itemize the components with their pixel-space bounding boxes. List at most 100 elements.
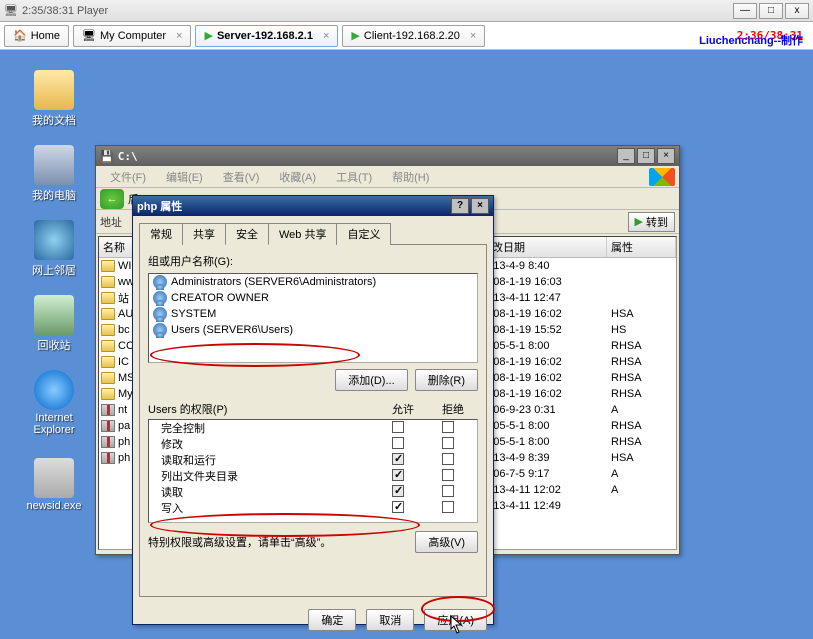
file-date: 2006-9-23 0:31 (477, 404, 607, 416)
file-row[interactable]: 2008-1-19 16:02RHSA (477, 354, 676, 370)
deny-checkbox[interactable] (442, 469, 454, 481)
ok-button[interactable]: 确定 (308, 609, 356, 631)
explorer-menubar: 文件(F) 编辑(E) 查看(V) 收藏(A) 工具(T) 帮助(H) (96, 166, 679, 188)
close-icon[interactable]: × (176, 30, 182, 42)
tab-sharing[interactable]: 共享 (182, 223, 226, 245)
allow-checkbox[interactable] (392, 437, 404, 449)
tabbar: 🏠 Home 🖥 My Computer × ▶ Server-192.168.… (0, 22, 813, 50)
deny-checkbox[interactable] (442, 453, 454, 465)
file-attr: RHSA (607, 356, 642, 368)
go-icon: ▶ (635, 215, 643, 228)
close-icon[interactable]: × (323, 30, 329, 42)
tab-mycomputer[interactable]: 🖥 My Computer × (73, 25, 191, 47)
tab-general[interactable]: 常规 (139, 223, 183, 245)
icon-network[interactable]: 网上邻居 (18, 220, 90, 278)
maximize-button[interactable]: □ (759, 3, 783, 19)
property-tabs: 常规 共享 安全 Web 共享 自定义 (139, 222, 487, 245)
explorer-titlebar[interactable]: 💾 C:\ _ □ × (96, 146, 679, 166)
close-button[interactable]: × (471, 198, 489, 214)
dialog-titlebar[interactable]: php 属性 ? × (133, 196, 493, 216)
maximize-button[interactable]: □ (637, 148, 655, 164)
remove-button[interactable]: 删除(R) (415, 369, 478, 391)
file-row[interactable]: 2006-9-23 0:31A (477, 402, 676, 418)
tab-security[interactable]: 安全 (225, 223, 269, 245)
computer-icon (34, 145, 74, 185)
network-icon (34, 220, 74, 260)
icon-ie[interactable]: Internet Explorer (18, 370, 90, 436)
icon-mycomputer[interactable]: 我的电脑 (18, 145, 90, 203)
file-row[interactable]: 2013-4-9 8:40 (477, 258, 676, 274)
add-button[interactable]: 添加(D)... (335, 369, 407, 391)
user-item[interactable]: SYSTEM (149, 306, 477, 322)
column-header-date[interactable]: 修改日期 (477, 237, 607, 257)
tab-customize[interactable]: 自定义 (336, 223, 391, 245)
menu-file[interactable]: 文件(F) (102, 167, 154, 187)
menu-help[interactable]: 帮助(H) (384, 167, 437, 187)
file-row[interactable]: 2008-1-19 16:03 (477, 274, 676, 290)
help-button[interactable]: ? (451, 198, 469, 214)
file-attr: RHSA (607, 340, 642, 352)
file-row[interactable]: 2008-1-19 16:02RHSA (477, 370, 676, 386)
file-row[interactable]: 2008-1-19 16:02RHSA (477, 386, 676, 402)
user-item[interactable]: Administrators (SERVER6\Administrators) (149, 274, 477, 290)
file-row[interactable]: 2008-1-19 16:02HSA (477, 306, 676, 322)
file-row[interactable]: 2013-4-9 8:39HSA (477, 450, 676, 466)
icon-documents[interactable]: 我的文档 (18, 70, 90, 128)
menu-favorites[interactable]: 收藏(A) (271, 167, 324, 187)
icon-newsid[interactable]: newsid.exe (18, 458, 90, 512)
user-item[interactable]: Users (SERVER6\Users) (149, 322, 477, 338)
folder-icon (101, 260, 115, 272)
file-row[interactable]: 2005-5-1 8:00RHSA (477, 434, 676, 450)
go-label: 转到 (646, 214, 668, 230)
menu-view[interactable]: 查看(V) (215, 167, 268, 187)
advanced-button[interactable]: 高级(V) (415, 531, 478, 553)
dialog-body: 组或用户名称(G): Administrators (SERVER6\Admin… (139, 245, 487, 597)
close-button[interactable]: × (657, 148, 675, 164)
icon-label: Internet Explorer (18, 412, 90, 436)
file-name: WI (118, 260, 131, 272)
allow-checkbox[interactable] (392, 421, 404, 433)
allow-checkbox[interactable] (392, 453, 404, 465)
deny-checkbox[interactable] (442, 501, 454, 513)
column-header-attr[interactable]: 属性 (607, 237, 676, 257)
file-date: 2013-4-11 12:47 (477, 292, 607, 304)
file-date: 2013-4-9 8:40 (477, 260, 607, 272)
tab-server[interactable]: ▶ Server-192.168.2.1 × (195, 25, 338, 47)
close-button[interactable]: x (785, 3, 809, 19)
file-date: 2005-5-1 8:00 (477, 436, 607, 448)
cancel-button[interactable]: 取消 (366, 609, 414, 631)
file-date: 2013-4-9 8:39 (477, 452, 607, 464)
minimize-button[interactable]: — (733, 3, 757, 19)
allow-checkbox[interactable] (392, 485, 404, 497)
menu-tools[interactable]: 工具(T) (328, 167, 380, 187)
permission-label: 读取和运行 (161, 452, 373, 468)
icon-recyclebin[interactable]: 回收站 (18, 295, 90, 353)
file-row[interactable]: 2013-4-11 12:02A (477, 482, 676, 498)
go-button[interactable]: ▶ 转到 (628, 212, 675, 232)
minimize-button[interactable]: _ (617, 148, 635, 164)
deny-checkbox[interactable] (442, 437, 454, 449)
file-row[interactable]: 2013-4-11 12:47 (477, 290, 676, 306)
tab-client[interactable]: ▶ Client-192.168.2.20 × (342, 25, 485, 47)
allow-checkbox[interactable] (392, 469, 404, 481)
explorer-title: C:\ (118, 150, 615, 163)
file-row[interactable]: 2005-5-1 8:00RHSA (477, 338, 676, 354)
tab-label: Client-192.168.2.20 (364, 30, 460, 42)
file-row[interactable]: 2013-4-11 12:49 (477, 498, 676, 514)
tab-websharing[interactable]: Web 共享 (268, 223, 337, 245)
file-row[interactable]: 2008-1-19 15:52HS (477, 322, 676, 338)
tab-home[interactable]: 🏠 Home (4, 25, 69, 47)
user-item[interactable]: CREATOR OWNER (149, 290, 477, 306)
file-row[interactable]: 2006-7-5 9:17A (477, 466, 676, 482)
user-list[interactable]: Administrators (SERVER6\Administrators) … (148, 273, 478, 363)
allow-checkbox[interactable] (392, 501, 404, 513)
archive-icon (101, 420, 115, 432)
user-name: SYSTEM (171, 308, 216, 320)
close-icon[interactable]: × (470, 30, 476, 42)
file-row[interactable]: 2005-5-1 8:00RHSA (477, 418, 676, 434)
group-label: 组或用户名称(G): (148, 253, 478, 269)
menu-edit[interactable]: 编辑(E) (158, 167, 211, 187)
deny-checkbox[interactable] (442, 421, 454, 433)
back-button[interactable]: ← (100, 189, 124, 209)
deny-checkbox[interactable] (442, 485, 454, 497)
